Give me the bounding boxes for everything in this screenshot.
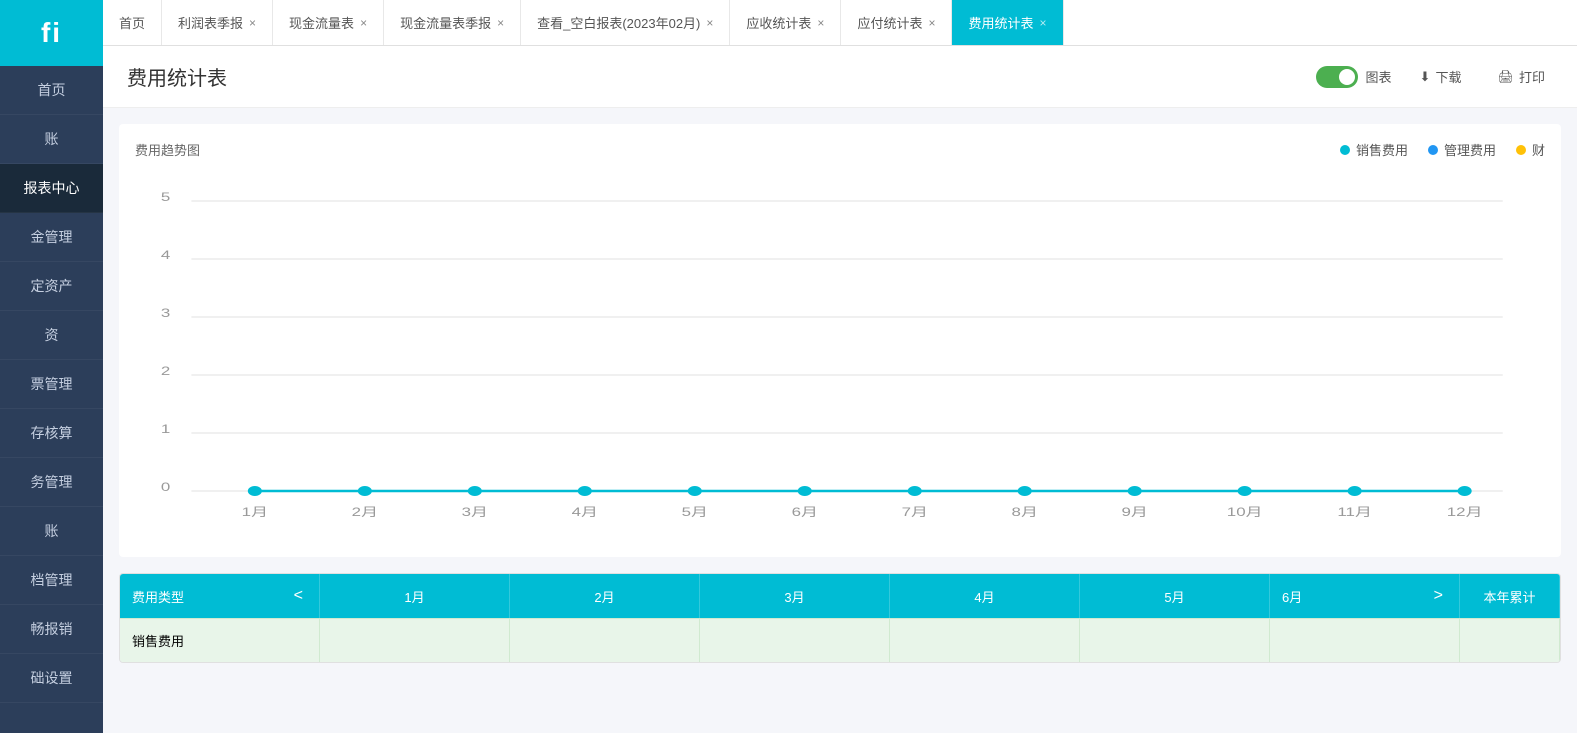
tab-blank-report[interactable]: 查看_空白报表(2023年02月) × (521, 0, 730, 45)
th-month-4: 4月 (890, 574, 1080, 618)
data-table: 费用类型 < 1月 2月 3月 4月 5月 6月 > 本年累计 销售费用 (119, 573, 1561, 663)
svg-text:4月: 4月 (572, 506, 598, 519)
close-tab-blank-report[interactable]: × (706, 16, 713, 30)
main-area: 首页 利润表季报 × 现金流量表 × 现金流量表季报 × 查看_空白报表(202… (103, 0, 1577, 733)
tab-expense-stats[interactable]: 费用统计表 × (952, 0, 1063, 45)
th-month-6: 6月 > (1270, 574, 1460, 618)
chart-legend: 销售费用 管理费用 财 (1340, 140, 1545, 159)
sidebar-item-tickets[interactable]: 票管理 (0, 360, 103, 409)
chart-toggle-wrap: 图表 (1316, 66, 1392, 88)
td-val-1 (320, 619, 510, 662)
td-val-5 (1080, 619, 1270, 662)
svg-text:10月: 10月 (1227, 506, 1263, 519)
close-tab-cashflow[interactable]: × (360, 16, 367, 30)
sidebar-item-finance[interactable]: 金管理 (0, 213, 103, 262)
prev-months-button[interactable]: < (290, 587, 307, 605)
tab-cashflow-quarterly[interactable]: 现金流量表季报 × (384, 0, 521, 45)
svg-text:12月: 12月 (1447, 506, 1483, 519)
th-month-1: 1月 (320, 574, 510, 618)
sidebar-item-inventory[interactable]: 存核算 (0, 409, 103, 458)
th-month-5: 5月 (1080, 574, 1270, 618)
th-total: 本年累计 (1460, 574, 1560, 618)
chart-header: 费用趋势图 销售费用 管理费用 财 (135, 140, 1545, 159)
svg-text:0: 0 (161, 481, 170, 494)
legend-dot-finance (1516, 145, 1526, 155)
svg-text:8月: 8月 (1012, 506, 1038, 519)
table-header: 费用类型 < 1月 2月 3月 4月 5月 6月 > 本年累计 (120, 574, 1560, 618)
td-val-2 (510, 619, 700, 662)
sidebar-item-capital[interactable]: 资 (0, 311, 103, 360)
svg-text:5: 5 (161, 191, 170, 204)
svg-text:7月: 7月 (902, 506, 928, 519)
tab-cashflow[interactable]: 现金流量表 × (273, 0, 384, 45)
td-type: 销售费用 (120, 619, 320, 662)
svg-text:2月: 2月 (352, 506, 378, 519)
close-tab-payable[interactable]: × (928, 16, 935, 30)
svg-text:6月: 6月 (792, 506, 818, 519)
svg-text:5月: 5月 (682, 506, 708, 519)
print-button[interactable]: 🖨 打印 (1489, 63, 1553, 90)
chart-toggle-label: 图表 (1366, 67, 1392, 86)
td-val-3 (700, 619, 890, 662)
sidebar-item-expense[interactable]: 畅报销 (0, 605, 103, 654)
print-icon: 🖨 (1497, 69, 1514, 85)
download-icon: ⬇ (1420, 69, 1431, 85)
chart-section: 费用趋势图 销售费用 管理费用 财 (119, 124, 1561, 557)
legend-dot-sales (1340, 145, 1350, 155)
tab-home[interactable]: 首页 (103, 0, 162, 45)
svg-text:3月: 3月 (462, 506, 488, 519)
close-tab-profit-quarterly[interactable]: × (249, 16, 256, 30)
legend-sales: 销售费用 (1340, 140, 1408, 159)
legend-finance: 财 (1516, 140, 1545, 159)
svg-text:9月: 9月 (1122, 506, 1148, 519)
close-tab-expense-stats[interactable]: × (1039, 16, 1046, 30)
th-month-2: 2月 (510, 574, 700, 618)
sidebar-item-home[interactable]: 首页 (0, 66, 103, 115)
td-val-4 (890, 619, 1080, 662)
sidebar-item-ledger[interactable]: 账 (0, 507, 103, 556)
tab-payable[interactable]: 应付统计表 × (841, 0, 952, 45)
content-area: 费用统计表 图表 ⬇ 下载 🖨 打印 费用趋势图 (103, 46, 1577, 733)
svg-text:3: 3 (161, 307, 170, 320)
tab-bar: 首页 利润表季报 × 现金流量表 × 现金流量表季报 × 查看_空白报表(202… (103, 0, 1577, 46)
svg-text:2: 2 (161, 365, 170, 378)
app-logo: fi (0, 0, 103, 66)
th-type: 费用类型 < (120, 574, 320, 618)
svg-text:4: 4 (161, 249, 170, 262)
page-title: 费用统计表 (127, 62, 227, 91)
sidebar-item-services[interactable]: 务管理 (0, 458, 103, 507)
tab-receivable[interactable]: 应收统计表 × (730, 0, 841, 45)
legend-dot-admin (1428, 145, 1438, 155)
chart-svg: 0 1 2 3 4 5 1月 2月 3月 (135, 171, 1545, 541)
legend-admin: 管理费用 (1428, 140, 1496, 159)
td-val-6 (1270, 619, 1460, 662)
sidebar-item-assets[interactable]: 定资产 (0, 262, 103, 311)
sidebar-item-reports[interactable]: 报表中心 (0, 164, 103, 213)
sidebar: fi 首页 账 报表中心 金管理 定资产 资 票管理 存核算 务管理 账 档管理… (0, 0, 103, 733)
next-months-button[interactable]: > (1430, 587, 1447, 605)
table-row: 销售费用 (120, 618, 1560, 662)
tab-profit-quarterly[interactable]: 利润表季报 × (162, 0, 273, 45)
sidebar-item-account[interactable]: 账 (0, 115, 103, 164)
chart-toggle[interactable] (1316, 66, 1358, 88)
page-header: 费用统计表 图表 ⬇ 下载 🖨 打印 (103, 46, 1577, 108)
download-button[interactable]: ⬇ 下载 (1412, 63, 1470, 90)
close-tab-receivable[interactable]: × (817, 16, 824, 30)
chart-title: 费用趋势图 (135, 140, 200, 159)
svg-text:1: 1 (161, 423, 170, 436)
sidebar-item-settings[interactable]: 础设置 (0, 654, 103, 703)
td-total (1460, 619, 1560, 662)
svg-text:11月: 11月 (1337, 506, 1371, 519)
close-tab-cashflow-quarterly[interactable]: × (497, 16, 504, 30)
svg-text:1月: 1月 (242, 506, 268, 519)
th-month-3: 3月 (700, 574, 890, 618)
sidebar-item-archives[interactable]: 档管理 (0, 556, 103, 605)
chart-container: 0 1 2 3 4 5 1月 2月 3月 (135, 171, 1545, 541)
header-actions: 图表 ⬇ 下载 🖨 打印 (1316, 63, 1553, 90)
